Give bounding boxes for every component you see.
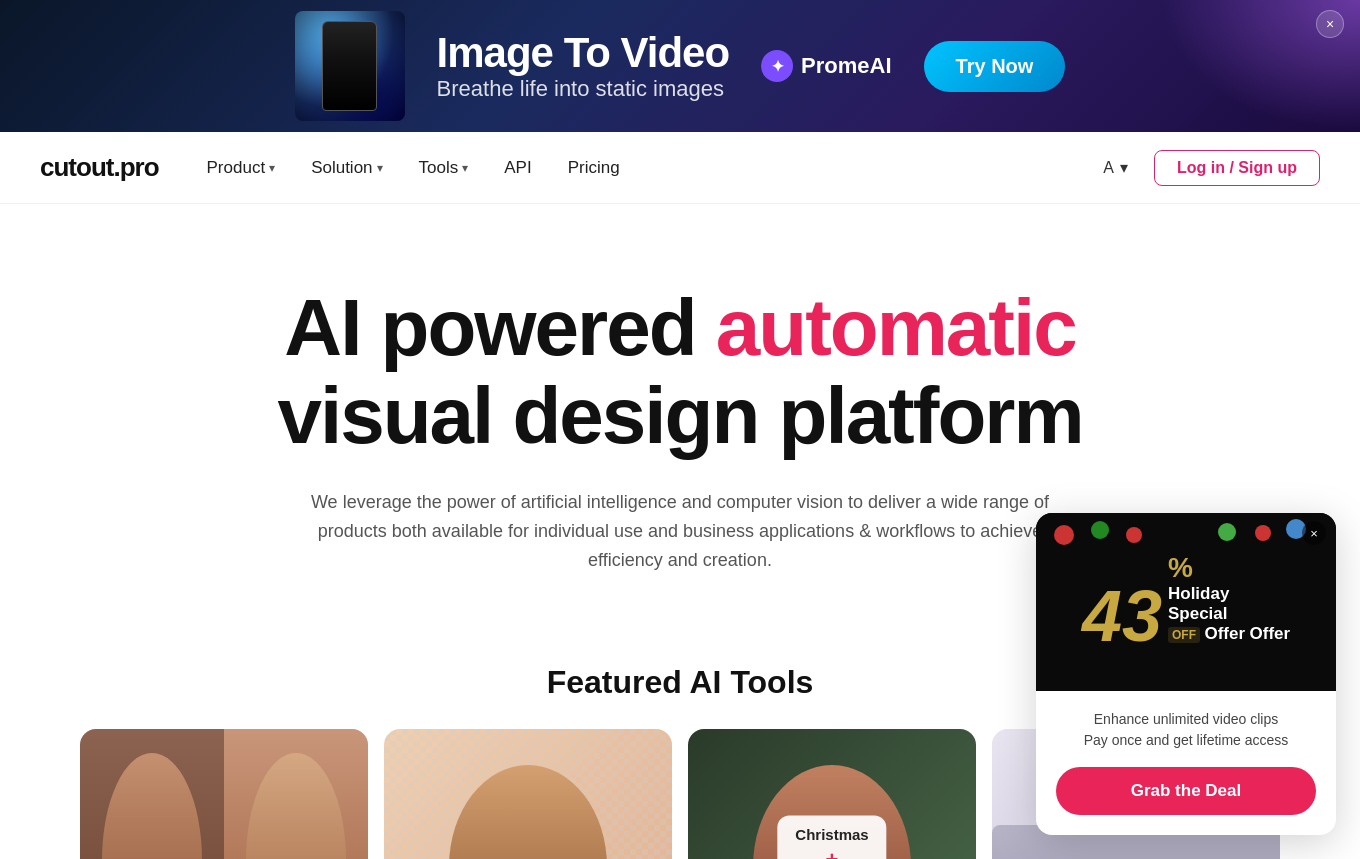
popup-desc-line1: Enhance unlimited video clips <box>1056 709 1316 730</box>
ornament-red-3 <box>1255 525 1271 541</box>
lang-chevron-icon: ▾ <box>1120 158 1128 177</box>
popup-close-button[interactable]: × <box>1302 521 1326 545</box>
christmas-badge: Christmas + <box>777 816 886 859</box>
popup-overlay: × 43 % Holiday Special OFF Offer Offer <box>1036 513 1336 835</box>
popup-desc-line2: Pay once and get lifetime access <box>1056 730 1316 751</box>
nav-solution[interactable]: Solution ▾ <box>311 158 382 178</box>
nav-tools[interactable]: Tools ▾ <box>419 158 469 178</box>
off-label: OFF <box>1168 627 1200 643</box>
popup-body: Enhance unlimited video clips Pay once a… <box>1036 691 1336 835</box>
holiday-line1: Holiday <box>1168 584 1290 604</box>
holiday-line2: Special <box>1168 604 1290 624</box>
nav-pricing[interactable]: Pricing <box>568 158 620 178</box>
ornament-red-2 <box>1126 527 1142 543</box>
tools-chevron-icon: ▾ <box>462 161 468 175</box>
tool-card-1-left <box>80 729 224 859</box>
nav-product[interactable]: Product ▾ <box>207 158 276 178</box>
hero-title: AI powered automatic visual design platf… <box>230 284 1130 460</box>
hero-title-line2: visual design platform <box>277 371 1082 460</box>
nav-right: A ▾ Log in / Sign up <box>1093 150 1320 186</box>
ornament-red-1 <box>1054 525 1074 545</box>
popup-banner: 43 % Holiday Special OFF Offer Offer <box>1036 513 1336 691</box>
ad-sub-text: Breathe life into static images <box>437 76 730 102</box>
nav-links: Product ▾ Solution ▾ Tools ▾ API Pricing <box>207 158 1094 178</box>
tool-card-1[interactable] <box>80 729 368 859</box>
tool-card-2[interactable] <box>384 729 672 859</box>
navbar: cutout.pro Product ▾ Solution ▾ Tools ▾ … <box>0 132 1360 204</box>
ad-product-image <box>295 11 405 121</box>
badge-text: Christmas <box>795 826 868 843</box>
ad-try-button[interactable]: Try Now <box>924 41 1066 92</box>
ad-main-text: Image To Video <box>437 30 730 76</box>
nav-api[interactable]: API <box>504 158 531 178</box>
ad-text-area: Image To Video Breathe life into static … <box>437 30 730 102</box>
popup-discount: 43 % Holiday Special OFF Offer Offer <box>1082 552 1290 653</box>
tool-card-1-right <box>224 729 368 859</box>
language-button[interactable]: A ▾ <box>1093 152 1138 183</box>
offer-label: Offer <box>1204 624 1245 643</box>
translate-icon: A <box>1103 159 1114 177</box>
product-chevron-icon: ▾ <box>269 161 275 175</box>
ad-close-button[interactable]: × <box>1316 10 1344 38</box>
popup-desc: Enhance unlimited video clips Pay once a… <box>1056 709 1316 751</box>
holiday-text: Holiday Special OFF Offer Offer <box>1168 584 1290 645</box>
hero-title-line1: AI powered automatic <box>284 283 1075 372</box>
ornament-green-1 <box>1091 521 1109 539</box>
discount-right: % Holiday Special OFF Offer Offer <box>1168 552 1290 653</box>
badge-plus: + <box>826 847 839 859</box>
login-signup-button[interactable]: Log in / Sign up <box>1154 150 1320 186</box>
offer-label-2: Offer <box>1250 624 1291 643</box>
hero-subtitle: We leverage the power of artificial inte… <box>300 488 1060 574</box>
ornament-green-2 <box>1218 523 1236 541</box>
grab-deal-button[interactable]: Grab the Deal <box>1056 767 1316 815</box>
discount-number: 43 <box>1082 580 1162 652</box>
tool-card-3[interactable]: Christmas + <box>688 729 976 859</box>
discount-percent: % <box>1168 552 1290 584</box>
ad-banner: Image To Video Breathe life into static … <box>0 0 1360 132</box>
ad-logo-icon: ✦ <box>761 50 793 82</box>
ad-logo-name: PromeAI <box>801 53 891 79</box>
solution-chevron-icon: ▾ <box>377 161 383 175</box>
site-logo[interactable]: cutout.pro <box>40 152 159 183</box>
ad-logo: ✦ PromeAI <box>761 50 891 82</box>
